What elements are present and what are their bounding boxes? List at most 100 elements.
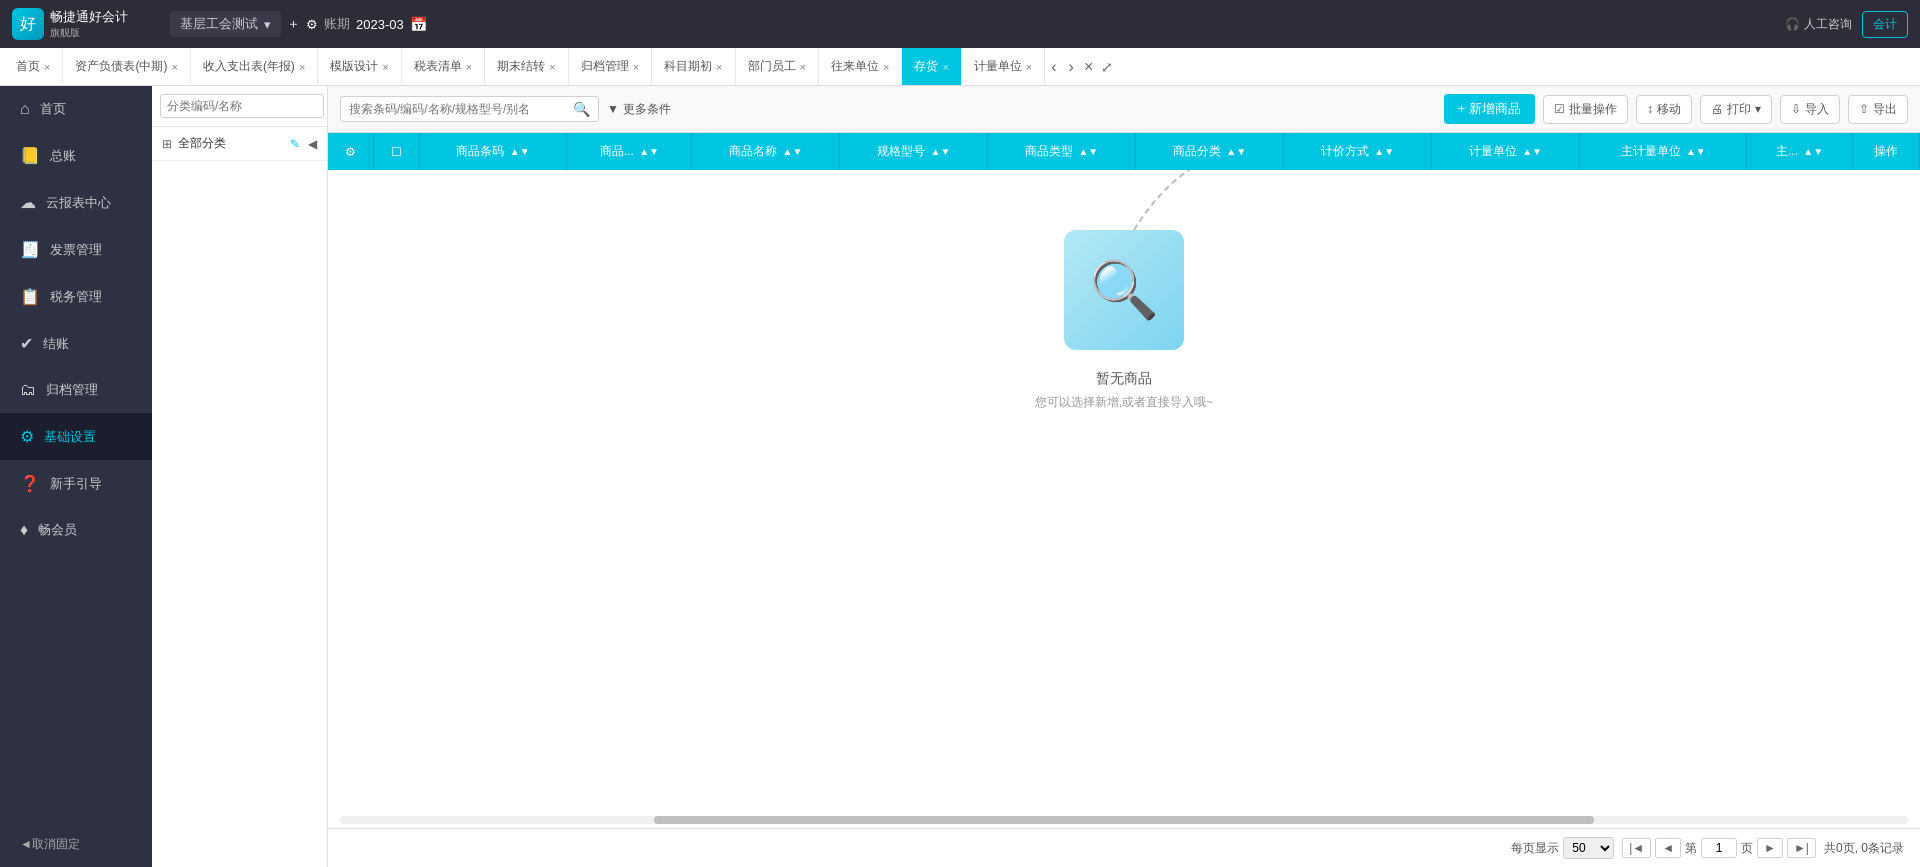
tab-prev-button[interactable]: ‹ [1045, 58, 1062, 76]
col-type[interactable]: 商品类型 ▲▼ [988, 133, 1136, 170]
export-label: 导出 [1873, 101, 1897, 118]
sidebar-item-archive[interactable]: 🗂 归档管理 [0, 367, 152, 413]
search-input[interactable] [349, 102, 569, 116]
close-tab-unit[interactable]: × [1026, 61, 1032, 73]
sidebar-item-settings[interactable]: ⚙ 基础设置 [0, 413, 152, 460]
tab-dept[interactable]: 部门员工 × [736, 48, 819, 86]
add-product-button[interactable]: + 新增商品 [1444, 94, 1535, 124]
close-tab-income[interactable]: × [299, 61, 305, 73]
data-table: ⚙ ☐ 商品条码 ▲▼ 商品... ▲▼ 商品名称 ▲▼ 规格型号 ▲▼ 商品类… [328, 133, 1920, 170]
page-input[interactable] [1701, 838, 1737, 858]
sidebar-item-member[interactable]: ♦ 畅会员 [0, 507, 152, 553]
sidebar-item-ledger[interactable]: 📒 总账 [0, 132, 152, 179]
close-tab-home[interactable]: × [44, 61, 50, 73]
batch-button[interactable]: ☑ 批量操作 [1543, 95, 1628, 124]
col-unit[interactable]: 计量单位 ▲▼ [1431, 133, 1579, 170]
col-spec[interactable]: 规格型号 ▲▼ [840, 133, 988, 170]
tab-income-label: 收入支出表(年报) [203, 58, 295, 75]
tab-home[interactable]: 首页 × [4, 48, 63, 86]
col-main-abbr[interactable]: 主... ▲▼ [1747, 133, 1852, 170]
col-name[interactable]: 商品名称 ▲▼ [692, 133, 840, 170]
unpin-button[interactable]: ◄取消固定 [0, 822, 152, 867]
empty-sub: 您可以选择新增,或者直接导入哦~ [1035, 394, 1213, 411]
sidebar-item-report[interactable]: ☁ 云报表中心 [0, 179, 152, 226]
close-tab-subject[interactable]: × [716, 61, 722, 73]
move-button[interactable]: ↕ 移动 [1636, 95, 1692, 124]
tab-home-label: 首页 [16, 58, 40, 75]
col-main-unit[interactable]: 主计量单位 ▲▼ [1579, 133, 1747, 170]
tab-balance[interactable]: 资产负债表(中期) × [63, 48, 190, 86]
close-tab-tax[interactable]: × [466, 61, 472, 73]
sidebar-item-home[interactable]: ⌂ 首页 [0, 86, 152, 132]
collapse-icon[interactable]: ◀ [308, 137, 317, 151]
tab-unit[interactable]: 计量单位 × [962, 48, 1045, 86]
per-page-select[interactable]: 50 10 20 100 [1563, 837, 1614, 859]
export-button[interactable]: ⇧ 导出 [1848, 95, 1908, 124]
last-page-button[interactable]: ►| [1787, 838, 1816, 858]
help-button[interactable]: 🎧 人工咨询 [1785, 16, 1852, 33]
tab-subject[interactable]: 科目期初 × [652, 48, 735, 86]
sidebar-item-invoice[interactable]: 🧾 发票管理 [0, 226, 152, 273]
tab-template-label: 模版设计 [330, 58, 378, 75]
guide-icon: ❓ [20, 474, 40, 493]
settings-icon[interactable]: ⚙ [306, 17, 318, 32]
workspace-tab[interactable]: 基层工会测试 ▾ [170, 11, 281, 37]
category-all-item[interactable]: ⊞ 全部分类 ✎ ◀ [152, 127, 327, 161]
home-icon: ⌂ [20, 100, 30, 118]
category-search-area: 🔍 [152, 86, 327, 127]
col-barcode[interactable]: 商品条码 ▲▼ [419, 133, 567, 170]
tab-contact[interactable]: 往来单位 × [819, 48, 902, 86]
invoice-icon: 🧾 [20, 240, 40, 259]
close-tab-archive[interactable]: × [633, 61, 639, 73]
close-tab-dept[interactable]: × [800, 61, 806, 73]
expand-icon[interactable]: ⤢ [1097, 59, 1117, 75]
first-page-button[interactable]: |◄ [1622, 838, 1651, 858]
close-tab-contact[interactable]: × [883, 61, 889, 73]
scroll-thumb[interactable] [654, 816, 1595, 824]
sidebar-item-guide[interactable]: ❓ 新手引导 [0, 460, 152, 507]
tab-archive-label: 归档管理 [581, 58, 629, 75]
col-price-method[interactable]: 计价方式 ▲▼ [1284, 133, 1432, 170]
filter-icon: ▼ [607, 102, 619, 116]
category-search-input[interactable] [160, 94, 324, 118]
sidebar-item-tax[interactable]: 📋 税务管理 [0, 273, 152, 320]
filter-button[interactable]: ▼ 更多条件 [607, 101, 671, 118]
col-checkbox[interactable]: ☐ [373, 133, 419, 170]
print-button[interactable]: 🖨 打印 ▾ [1700, 95, 1772, 124]
import-button[interactable]: ⇩ 导入 [1780, 95, 1840, 124]
add-tab-button[interactable]: ＋ [287, 15, 300, 33]
close-tab-template[interactable]: × [382, 61, 388, 73]
search-box: 🔍 [340, 96, 599, 122]
close-all-tabs-button[interactable]: × [1080, 58, 1097, 76]
tab-period[interactable]: 期末结转 × [485, 48, 568, 86]
col-code[interactable]: 商品... ▲▼ [567, 133, 692, 170]
tab-tax[interactable]: 税表清单 × [402, 48, 485, 86]
per-page-area: 每页显示 50 10 20 100 [1511, 837, 1614, 859]
logo-area: 好 畅捷通好会计 旗舰版 [12, 8, 162, 40]
col-category[interactable]: 商品分类 ▲▼ [1136, 133, 1284, 170]
col-actions: 操作 [1852, 133, 1919, 170]
edit-icon[interactable]: ✎ [290, 137, 300, 151]
prev-page-button[interactable]: ◄ [1655, 838, 1681, 858]
main-layout: ⌂ 首页 📒 总账 ☁ 云报表中心 🧾 发票管理 📋 税务管理 ✔ 结账 🗂 归… [0, 86, 1920, 867]
close-tab-balance[interactable]: × [171, 61, 177, 73]
total-info: 共0页, 0条记录 [1824, 840, 1904, 857]
account-button[interactable]: 会计 [1862, 11, 1908, 38]
tab-inventory[interactable]: 存货 × [902, 48, 961, 86]
print-dropdown-icon: ▾ [1755, 102, 1761, 116]
tab-next-button[interactable]: › [1063, 58, 1080, 76]
per-page-label: 每页显示 [1511, 840, 1559, 857]
calendar-icon[interactable]: 📅 [410, 16, 427, 32]
tab-income[interactable]: 收入支出表(年报) × [191, 48, 318, 86]
sidebar-item-settle[interactable]: ✔ 结账 [0, 320, 152, 367]
dropdown-icon: ▾ [264, 17, 271, 32]
tab-archive[interactable]: 归档管理 × [569, 48, 652, 86]
close-tab-period[interactable]: × [549, 61, 555, 73]
horizontal-scrollbar[interactable] [340, 816, 1908, 824]
tab-balance-label: 资产负债表(中期) [75, 58, 167, 75]
next-page-button[interactable]: ► [1757, 838, 1783, 858]
col-settings[interactable]: ⚙ [328, 133, 373, 170]
tab-template[interactable]: 模版设计 × [318, 48, 401, 86]
close-tab-inventory[interactable]: × [942, 61, 948, 73]
search-icon[interactable]: 🔍 [573, 101, 590, 117]
